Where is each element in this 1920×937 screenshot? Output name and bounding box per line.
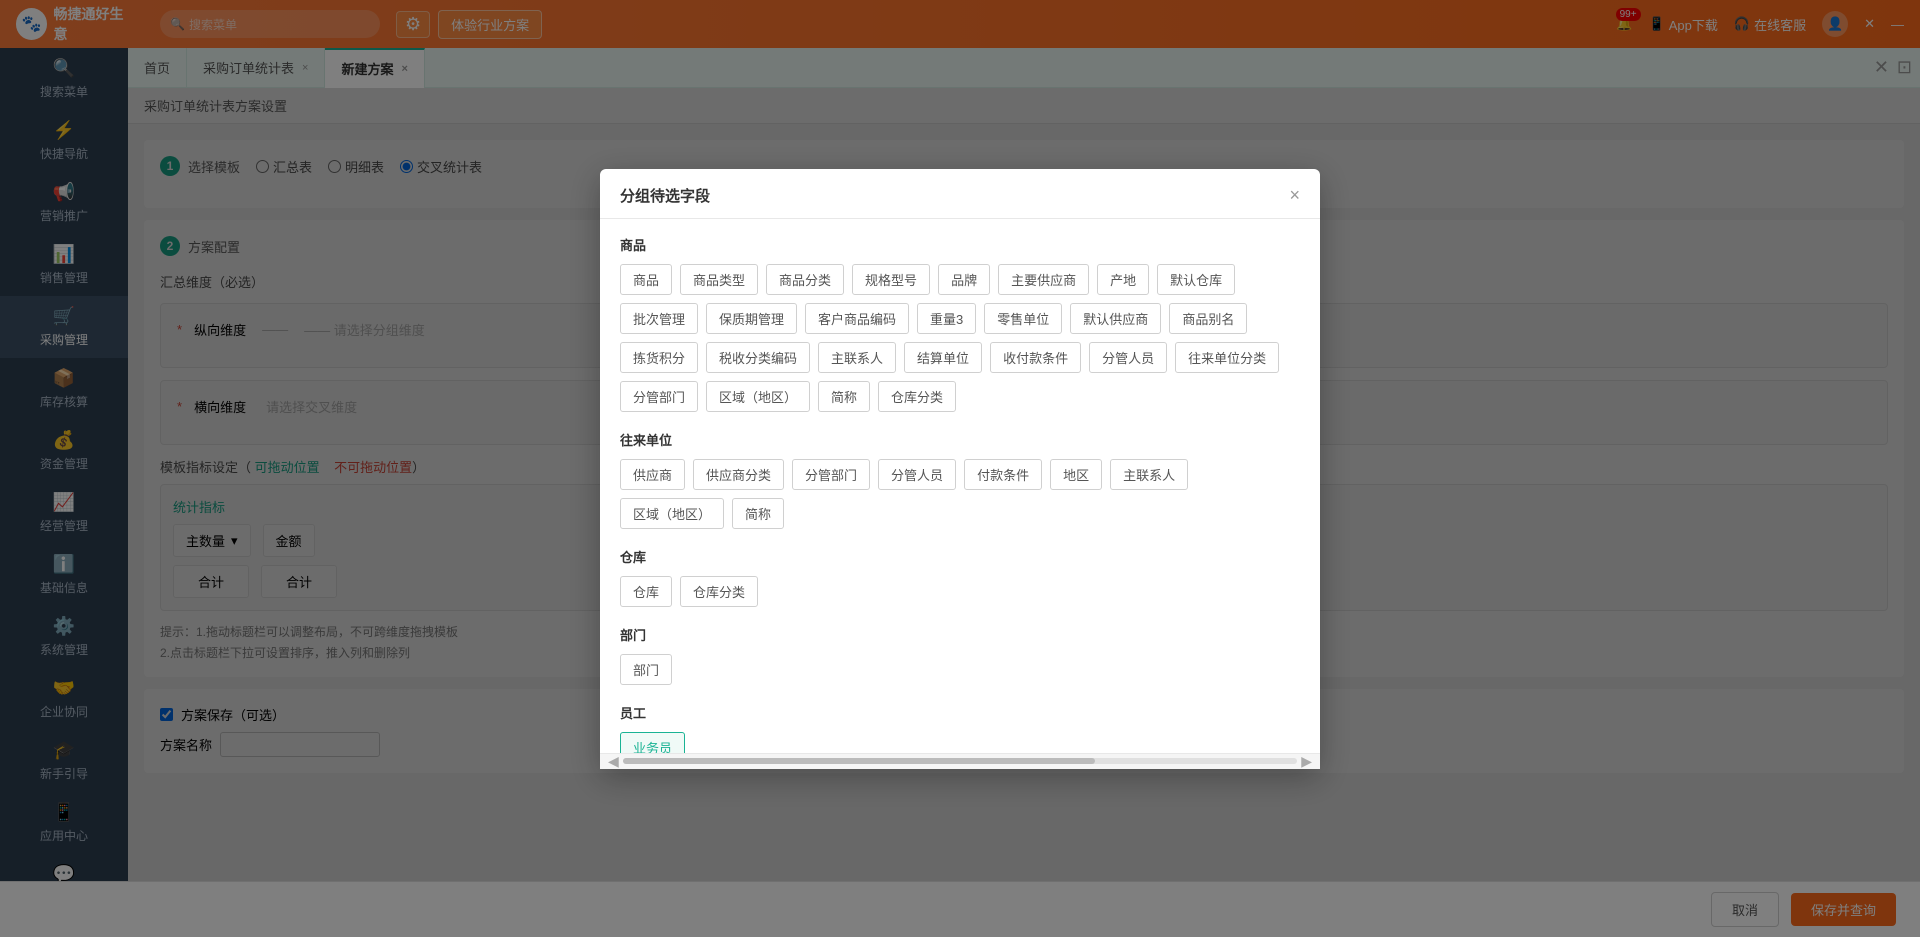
tag-weight3[interactable]: 重量3 <box>917 303 976 334</box>
tag-dept-partner[interactable]: 分管部门 <box>792 459 870 490</box>
cat-section-employee: 员工 业务员 <box>620 703 1300 753</box>
modal-close-btn[interactable]: × <box>1289 185 1300 206</box>
tag-main-contact-partner[interactable]: 主联系人 <box>1110 459 1188 490</box>
cat-section-dept: 部门 部门 <box>620 625 1300 685</box>
tag-brand[interactable]: 品牌 <box>938 264 990 295</box>
cat-title-partner: 往来单位 <box>620 430 1300 449</box>
tag-abbrev-goods[interactable]: 简称 <box>818 381 870 412</box>
tag-person-partner[interactable]: 分管人员 <box>878 459 956 490</box>
cat-section-warehouse: 仓库 仓库 仓库分类 <box>620 547 1300 607</box>
warehouse-tags: 仓库 仓库分类 <box>620 576 1300 607</box>
tag-expiry-mgmt[interactable]: 保质期管理 <box>706 303 797 334</box>
tag-supervisor[interactable]: 分管人员 <box>1089 342 1167 373</box>
tag-warehouse-cat-goods[interactable]: 仓库分类 <box>878 381 956 412</box>
tag-payment-terms[interactable]: 收付款条件 <box>990 342 1081 373</box>
modal-body[interactable]: 商品 商品 商品类型 商品分类 规格型号 品牌 主要供应商 产地 默认仓库 批次… <box>600 219 1320 753</box>
dept-tags: 部门 <box>620 654 1300 685</box>
modal-backdrop: 分组待选字段 × 商品 商品 商品类型 商品分类 规格型号 品牌 主要供应商 产… <box>0 0 1920 937</box>
field-select-modal: 分组待选字段 × 商品 商品 商品类型 商品分类 规格型号 品牌 主要供应商 产… <box>600 169 1320 769</box>
cat-title-employee: 员工 <box>620 703 1300 722</box>
tag-dept-manage[interactable]: 分管部门 <box>620 381 698 412</box>
cat-title-dept: 部门 <box>620 625 1300 644</box>
modal-title: 分组待选字段 <box>620 185 710 206</box>
cat-title-warehouse: 仓库 <box>620 547 1300 566</box>
tag-area-partner[interactable]: 区域（地区） <box>620 498 724 529</box>
scroll-left-btn[interactable]: ◀ <box>608 753 619 770</box>
tag-region-partner[interactable]: 地区 <box>1050 459 1102 490</box>
tag-origin[interactable]: 产地 <box>1097 264 1149 295</box>
cat-section-goods: 商品 商品 商品类型 商品分类 规格型号 品牌 主要供应商 产地 默认仓库 批次… <box>620 235 1300 412</box>
tag-dept[interactable]: 部门 <box>620 654 672 685</box>
tag-abbrev-partner[interactable]: 简称 <box>732 498 784 529</box>
tag-salesperson[interactable]: 业务员 <box>620 732 685 753</box>
tag-goods-category[interactable]: 商品分类 <box>766 264 844 295</box>
tag-retail-unit[interactable]: 零售单位 <box>984 303 1062 334</box>
tag-payment-cond[interactable]: 付款条件 <box>964 459 1042 490</box>
tag-supplier-cat[interactable]: 供应商分类 <box>693 459 784 490</box>
tag-supplier[interactable]: 供应商 <box>620 459 685 490</box>
tag-main-contact[interactable]: 主联系人 <box>818 342 896 373</box>
tag-tax-code[interactable]: 税收分类编码 <box>706 342 810 373</box>
scroll-thumb <box>623 758 1095 764</box>
tag-settlement-unit[interactable]: 结算单位 <box>904 342 982 373</box>
tag-customer-code[interactable]: 客户商品编码 <box>805 303 909 334</box>
modal-scrollbar-area: ◀ ▶ <box>600 753 1320 769</box>
tag-warehouse[interactable]: 仓库 <box>620 576 672 607</box>
cat-title-goods: 商品 <box>620 235 1300 254</box>
goods-tags: 商品 商品类型 商品分类 规格型号 品牌 主要供应商 产地 默认仓库 批次管理 … <box>620 264 1300 412</box>
tag-warehouse-cat[interactable]: 仓库分类 <box>680 576 758 607</box>
tag-default-warehouse[interactable]: 默认仓库 <box>1157 264 1235 295</box>
employee-tags: 业务员 <box>620 732 1300 753</box>
tag-pick-points[interactable]: 拣货积分 <box>620 342 698 373</box>
partner-tags: 供应商 供应商分类 分管部门 分管人员 付款条件 地区 主联系人 区域（地区） … <box>620 459 1300 529</box>
tag-goods-type[interactable]: 商品类型 <box>680 264 758 295</box>
cat-section-partner: 往来单位 供应商 供应商分类 分管部门 分管人员 付款条件 地区 主联系人 区域… <box>620 430 1300 529</box>
tag-spec-model[interactable]: 规格型号 <box>852 264 930 295</box>
tag-default-supplier[interactable]: 默认供应商 <box>1070 303 1161 334</box>
scroll-track <box>623 758 1297 764</box>
tag-goods-alias[interactable]: 商品别名 <box>1169 303 1247 334</box>
modal-header: 分组待选字段 × <box>600 169 1320 219</box>
tag-partner-category[interactable]: 往来单位分类 <box>1175 342 1279 373</box>
tag-goods[interactable]: 商品 <box>620 264 672 295</box>
scroll-right-btn[interactable]: ▶ <box>1301 753 1312 770</box>
tag-region-goods[interactable]: 区域（地区） <box>706 381 810 412</box>
tag-main-supplier[interactable]: 主要供应商 <box>998 264 1089 295</box>
tag-batch-mgmt[interactable]: 批次管理 <box>620 303 698 334</box>
